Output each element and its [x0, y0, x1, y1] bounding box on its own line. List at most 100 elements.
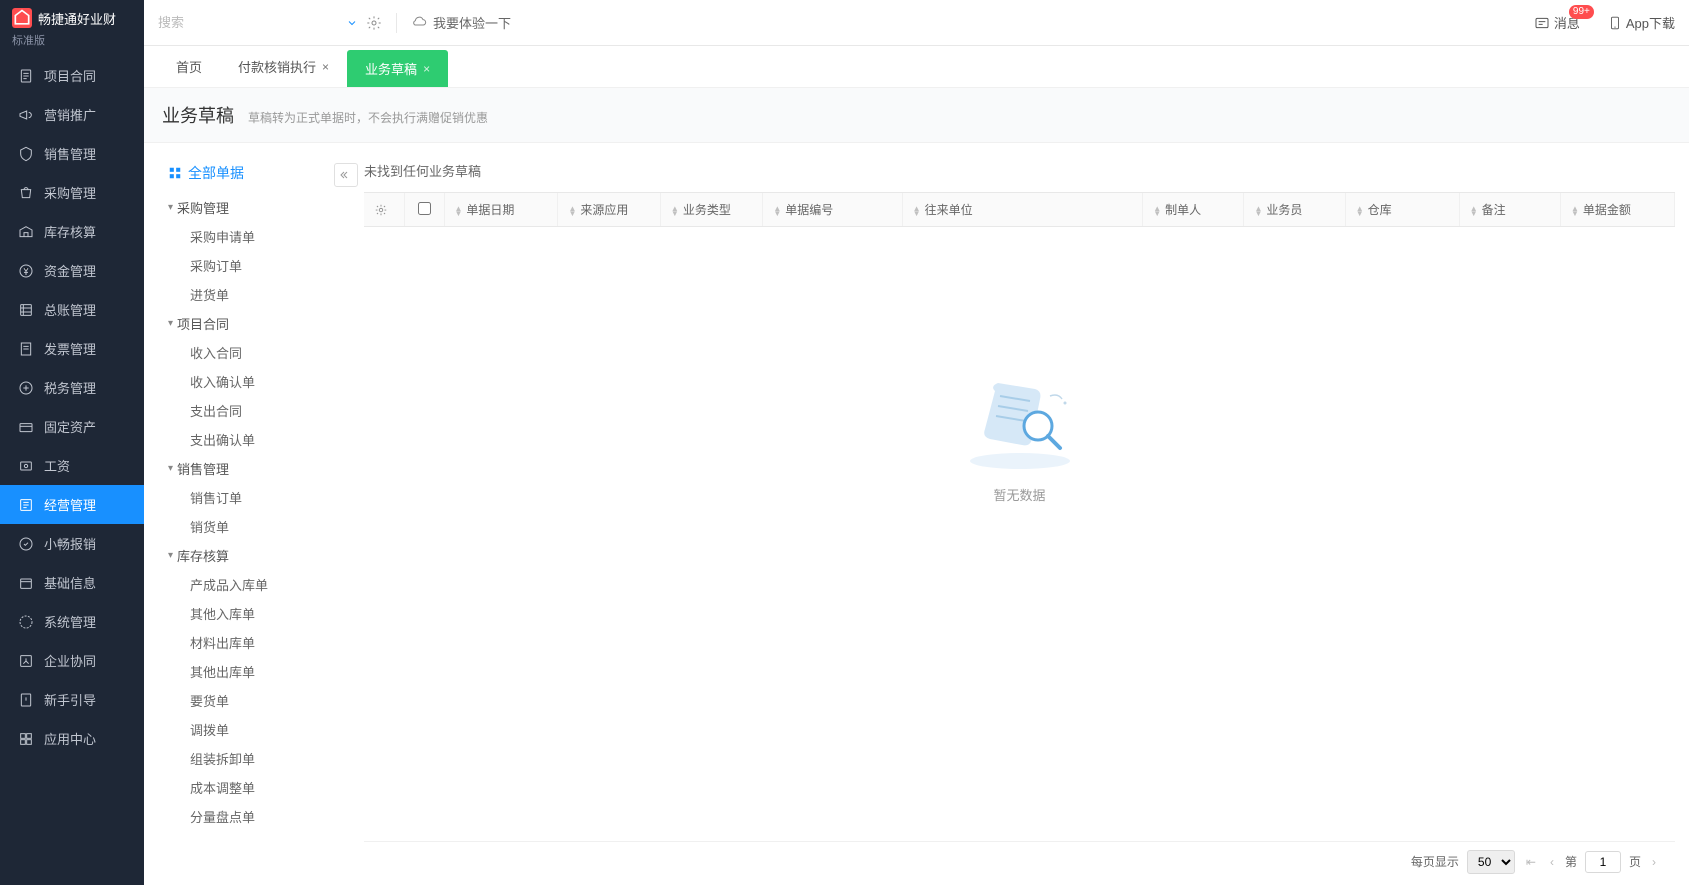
nav-label: 基础信息	[44, 573, 96, 592]
nav-item-8[interactable]: 税务管理	[0, 368, 144, 407]
tree-leaf-3-7[interactable]: 成本调整单	[158, 773, 344, 802]
nav-list: 项目合同营销推广销售管理采购管理库存核算资金管理总账管理发票管理税务管理固定资产…	[0, 56, 144, 885]
nav-item-17[interactable]: 应用中心	[0, 719, 144, 758]
tree-leaf-3-3[interactable]: 其他出库单	[158, 657, 344, 686]
tree-leaf-1-2[interactable]: 支出合同	[158, 396, 344, 425]
nav-item-14[interactable]: 系统管理	[0, 602, 144, 641]
nav-label: 采购管理	[44, 183, 96, 202]
tree-group-title[interactable]: ▾项目合同	[158, 309, 344, 338]
column-header-1[interactable]: ▲▼来源应用	[558, 193, 660, 227]
sort-icon[interactable]: ▲▼	[1571, 206, 1579, 216]
tree-leaf-1-0[interactable]: 收入合同	[158, 338, 344, 367]
tree-leaf-3-8[interactable]: 分量盘点单	[158, 802, 344, 831]
nav-item-11[interactable]: 经营管理	[0, 485, 144, 524]
experience-button[interactable]: 我要体验一下	[411, 13, 511, 32]
sort-icon[interactable]: ▲▼	[1356, 206, 1364, 216]
tree-leaf-0-2[interactable]: 进货单	[158, 280, 344, 309]
column-label: 单据日期	[466, 203, 514, 217]
chevron-down-icon: ▾	[168, 463, 173, 474]
sort-icon[interactable]: ▲▼	[913, 206, 921, 216]
sort-icon[interactable]: ▲▼	[455, 206, 463, 216]
tree-leaf-1-1[interactable]: 收入确认单	[158, 367, 344, 396]
tree-group-title[interactable]: ▾销售管理	[158, 454, 344, 483]
column-header-9[interactable]: ▲▼ 单据金额	[1560, 193, 1674, 227]
tree-group-title[interactable]: ▾采购管理	[158, 193, 344, 222]
select-all-header[interactable]	[404, 193, 444, 227]
nav-item-16[interactable]: 新手引导	[0, 680, 144, 719]
sort-icon[interactable]: ▲▼	[1254, 206, 1262, 216]
tree-leaf-1-3[interactable]: 支出确认单	[158, 425, 344, 454]
column-header-5[interactable]: ▲▼制单人	[1143, 193, 1244, 227]
nav-item-9[interactable]: 固定资产	[0, 407, 144, 446]
apps-icon	[18, 731, 34, 747]
first-page-button[interactable]: ⇤	[1523, 855, 1539, 869]
nav-item-13[interactable]: 基础信息	[0, 563, 144, 602]
nav-item-6[interactable]: 总账管理	[0, 290, 144, 329]
tree-leaf-3-0[interactable]: 产成品入库单	[158, 570, 344, 599]
grid-icon	[168, 166, 182, 180]
nav-item-4[interactable]: 库存核算	[0, 212, 144, 251]
table-settings-header[interactable]	[364, 193, 404, 227]
nav-item-3[interactable]: 采购管理	[0, 173, 144, 212]
sort-icon[interactable]: ▲▼	[671, 206, 679, 216]
column-header-8[interactable]: ▲▼ 备注	[1459, 193, 1560, 227]
per-page-select[interactable]: 50	[1467, 850, 1515, 874]
nav-label: 项目合同	[44, 66, 96, 85]
search-input[interactable]	[158, 15, 338, 30]
tree-leaf-0-0[interactable]: 采购申请单	[158, 222, 344, 251]
select-all-checkbox[interactable]	[418, 202, 431, 215]
tree-group-label: 库存核算	[177, 546, 229, 565]
next-page-button[interactable]: ›	[1649, 855, 1659, 869]
column-label: 备注	[1482, 203, 1506, 217]
tree-header-label[interactable]: 全部单据	[188, 163, 244, 183]
nav-item-12[interactable]: 小畅报销	[0, 524, 144, 563]
app-download-button[interactable]: App下载	[1608, 13, 1675, 32]
prev-page-button[interactable]: ‹	[1547, 855, 1557, 869]
empty-illustration	[960, 371, 1080, 471]
nav-item-7[interactable]: 发票管理	[0, 329, 144, 368]
nav-item-0[interactable]: 项目合同	[0, 56, 144, 95]
column-header-6[interactable]: ▲▼业务员	[1244, 193, 1345, 227]
tree-leaf-2-1[interactable]: 销货单	[158, 512, 344, 541]
nav-label: 工资	[44, 456, 70, 475]
column-label: 单据编号	[785, 203, 833, 217]
tree-leaf-3-6[interactable]: 组装拆卸单	[158, 744, 344, 773]
tab-1[interactable]: 付款核销执行×	[220, 46, 347, 87]
salary-icon	[18, 458, 34, 474]
column-header-3[interactable]: ▲▼ 单据编号	[763, 193, 902, 227]
messages-button[interactable]: 消息 99+	[1534, 13, 1580, 32]
sort-icon[interactable]: ▲▼	[773, 206, 781, 216]
tree-leaf-3-2[interactable]: 材料出库单	[158, 628, 344, 657]
tree-leaf-3-1[interactable]: 其他入库单	[158, 599, 344, 628]
sort-icon[interactable]: ▲▼	[1153, 206, 1161, 216]
operation-icon	[18, 497, 34, 513]
tab-close-icon[interactable]: ×	[322, 60, 329, 74]
nav-item-1[interactable]: 营销推广	[0, 95, 144, 134]
tree-leaf-2-0[interactable]: 销售订单	[158, 483, 344, 512]
nav-item-2[interactable]: 销售管理	[0, 134, 144, 173]
no-result-text: 未找到任何业务草稿	[364, 157, 1675, 192]
sort-icon[interactable]: ▲▼	[568, 206, 576, 216]
search-dropdown-icon[interactable]	[346, 17, 358, 29]
tab-close-icon[interactable]: ×	[423, 62, 430, 76]
search-settings-icon[interactable]	[366, 15, 382, 31]
column-header-0[interactable]: ▲▼单据日期	[444, 193, 558, 227]
nav-item-5[interactable]: 资金管理	[0, 251, 144, 290]
tree-leaf-3-4[interactable]: 要货单	[158, 686, 344, 715]
column-header-2[interactable]: ▲▼业务类型	[660, 193, 762, 227]
sort-icon[interactable]: ▲▼	[1470, 206, 1478, 216]
tree-group-title[interactable]: ▾库存核算	[158, 541, 344, 570]
tab-2[interactable]: 业务草稿×	[347, 50, 448, 87]
column-header-7[interactable]: ▲▼仓库	[1345, 193, 1459, 227]
tab-0[interactable]: 首页	[158, 46, 220, 87]
column-header-4[interactable]: ▲▼ 往来单位	[902, 193, 1143, 227]
divider	[396, 13, 397, 33]
nav-item-10[interactable]: 工资	[0, 446, 144, 485]
column-label: 单据金额	[1583, 203, 1631, 217]
tree-leaf-0-1[interactable]: 采购订单	[158, 251, 344, 280]
tree-leaf-3-5[interactable]: 调拨单	[158, 715, 344, 744]
collapse-sidebar-button[interactable]	[334, 163, 358, 187]
nav-item-15[interactable]: 企业协同	[0, 641, 144, 680]
page-input[interactable]	[1585, 851, 1621, 873]
column-label: 往来单位	[925, 203, 973, 217]
